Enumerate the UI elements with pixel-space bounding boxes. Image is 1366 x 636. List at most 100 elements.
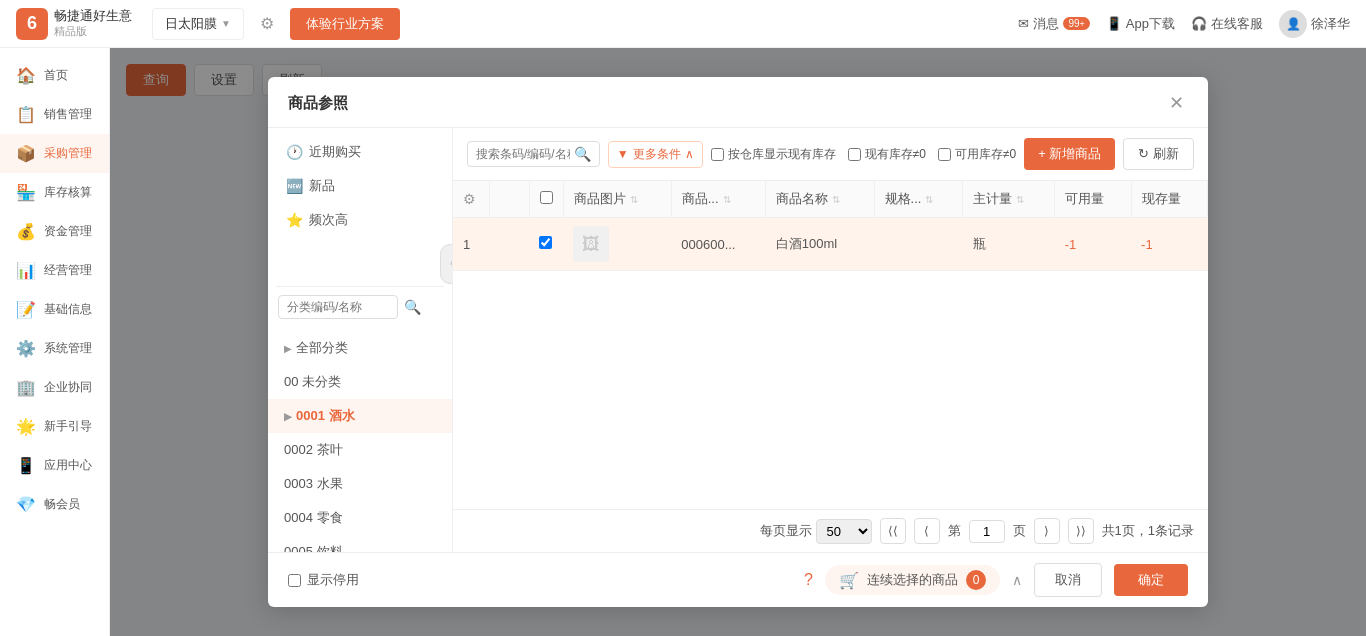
user-button[interactable]: 👤 徐泽华 xyxy=(1279,10,1350,38)
sort-unit-icon[interactable]: ⇅ xyxy=(1016,194,1024,205)
add-product-button[interactable]: + 新增商品 xyxy=(1024,138,1115,170)
category-item-all[interactable]: ▶ 全部分类 xyxy=(268,331,452,365)
td-spec xyxy=(874,218,963,271)
checkbox-usable-label[interactable]: 可用库存≠0 xyxy=(938,146,1016,163)
cart-collapse-icon[interactable]: ∧ xyxy=(1012,572,1022,588)
th-unit[interactable]: 主计量⇅ xyxy=(963,181,1055,218)
help-icon[interactable]: ? xyxy=(804,571,813,589)
confirm-button[interactable]: 确定 xyxy=(1114,564,1188,596)
avatar: 👤 xyxy=(1279,10,1307,38)
cart-count: 0 xyxy=(966,570,986,590)
filter-label: 更多条件 xyxy=(633,146,681,163)
sidebar-item-system[interactable]: ⚙️ 系统管理 xyxy=(0,329,109,368)
th-code[interactable]: 商品...⇅ xyxy=(671,181,766,218)
category-label-0002: 0002 茶叶 xyxy=(284,441,343,459)
select-all-checkbox[interactable] xyxy=(540,191,553,204)
checkbox-avail[interactable] xyxy=(848,148,861,161)
sidebar-item-purchase[interactable]: 📦 采购管理 xyxy=(0,134,109,173)
quick-label-frequent: 频次高 xyxy=(309,211,348,229)
settings-icon[interactable]: ⚙ xyxy=(256,10,278,37)
quick-label-recent: 近期购买 xyxy=(309,143,361,161)
search-bar-actions: + 新增商品 ↻ 刷新 xyxy=(1024,138,1194,170)
experience-button[interactable]: 体验行业方案 xyxy=(290,8,400,40)
sidebar-item-apps[interactable]: 📱 应用中心 xyxy=(0,446,109,485)
category-item-0004[interactable]: 0004 零食 xyxy=(268,501,452,535)
th-check[interactable] xyxy=(529,181,563,218)
more-filters-button[interactable]: ▼ 更多条件 ∧ xyxy=(608,141,703,168)
sort-name-icon[interactable]: ⇅ xyxy=(832,194,840,205)
td-img: 🖼 xyxy=(563,218,671,271)
refresh-button[interactable]: ↻ 刷新 xyxy=(1123,138,1194,170)
app-download-button[interactable]: 📱 App下载 xyxy=(1106,15,1175,33)
table-row[interactable]: 1 🖼 000600... 白酒100ml xyxy=(453,218,1208,271)
checkbox-stock[interactable] xyxy=(711,148,724,161)
sidebar-item-sales[interactable]: 📋 销售管理 xyxy=(0,95,109,134)
sidebar-label-member: 畅会员 xyxy=(44,496,80,513)
sidebar-item-guide[interactable]: 🌟 新手引导 xyxy=(0,407,109,446)
modal-close-button[interactable]: ✕ xyxy=(1164,91,1188,115)
th-name[interactable]: 商品名称⇅ xyxy=(766,181,874,218)
product-search-icon[interactable]: 🔍 xyxy=(574,146,591,162)
cart-text: 连续选择的商品 xyxy=(867,571,958,589)
category-label-0004: 0004 零食 xyxy=(284,509,343,527)
page-last-button[interactable]: ⟩⟩ xyxy=(1068,518,1094,544)
category-label-0005: 0005 饮料 xyxy=(284,543,343,552)
sort-spec-icon[interactable]: ⇅ xyxy=(925,194,933,205)
sidebar-item-operation[interactable]: 📊 经营管理 xyxy=(0,251,109,290)
cancel-button[interactable]: 取消 xyxy=(1034,563,1102,597)
sidebar-label-home: 首页 xyxy=(44,67,68,84)
column-settings-icon[interactable]: ⚙ xyxy=(463,191,476,207)
sidebar-label-operation: 经营管理 xyxy=(44,262,92,279)
sidebar-item-enterprise[interactable]: 🏢 企业协同 xyxy=(0,368,109,407)
category-expand-0001: ▶ xyxy=(284,411,292,422)
product-table: ⚙ 商品图片⇅ 商品...⇅ xyxy=(453,181,1208,271)
td-check[interactable] xyxy=(529,218,563,271)
sort-code-icon[interactable]: ⇅ xyxy=(723,194,731,205)
page-first-button[interactable]: ⟨⟨ xyxy=(880,518,906,544)
th-no xyxy=(489,181,529,218)
modal-body: 🕐 近期购买 🆕 新品 ⭐ 频次高 xyxy=(268,128,1208,552)
sidebar-item-finance[interactable]: 💰 资金管理 xyxy=(0,212,109,251)
sidebar-item-home[interactable]: 🏠 首页 xyxy=(0,56,109,95)
quick-item-new[interactable]: 🆕 新品 xyxy=(276,170,444,202)
category-item-0005[interactable]: 0005 饮料 xyxy=(268,535,452,552)
product-search-input[interactable] xyxy=(476,147,570,161)
modal-title: 商品参照 xyxy=(288,94,348,113)
checkbox-usable[interactable] xyxy=(938,148,951,161)
page-next-button[interactable]: ⟩ xyxy=(1034,518,1060,544)
filter-checkboxes: 按仓库显示现有库存 现有库存≠0 可用库存≠0 xyxy=(711,146,1017,163)
category-item-0002[interactable]: 0002 茶叶 xyxy=(268,433,452,467)
category-item-0001[interactable]: ▶ 0001 酒水 xyxy=(268,399,452,433)
category-item-0003[interactable]: 0003 水果 xyxy=(268,467,452,501)
modal-footer: 显示停用 ? 🛒 连续选择的商品 0 ∧ 取消 确定 xyxy=(268,552,1208,607)
per-page-select[interactable]: 50 10 20 100 xyxy=(816,519,872,544)
store-selector[interactable]: 日太阳膜 ▼ xyxy=(152,8,244,40)
category-item-00[interactable]: 00 未分类 xyxy=(268,365,452,399)
page-prev-button[interactable]: ⟨ xyxy=(914,518,940,544)
sidebar-item-inventory[interactable]: 🏪 库存核算 xyxy=(0,173,109,212)
sidebar-item-member[interactable]: 💎 畅会员 xyxy=(0,485,109,524)
category-search-input[interactable] xyxy=(278,295,398,319)
show-disabled-text: 显示停用 xyxy=(307,571,359,589)
panel-collapse-button[interactable]: 《 xyxy=(440,244,453,284)
quick-item-recent[interactable]: 🕐 近期购买 xyxy=(276,136,444,168)
message-button[interactable]: ✉ 消息 99+ xyxy=(1018,15,1089,33)
app-download-label: App下载 xyxy=(1126,15,1175,33)
checkbox-avail-label[interactable]: 现有库存≠0 xyxy=(848,146,926,163)
service-button[interactable]: 🎧 在线客服 xyxy=(1191,15,1263,33)
checkbox-avail-text: 现有库存≠0 xyxy=(865,146,926,163)
message-icon: ✉ xyxy=(1018,16,1029,31)
sort-img-icon[interactable]: ⇅ xyxy=(630,194,638,205)
page-number-input[interactable] xyxy=(969,520,1005,543)
show-disabled-label[interactable]: 显示停用 xyxy=(288,571,359,589)
quick-item-frequent[interactable]: ⭐ 频次高 xyxy=(276,204,444,236)
th-img[interactable]: 商品图片⇅ xyxy=(563,181,671,218)
sidebar-item-basic[interactable]: 📝 基础信息 xyxy=(0,290,109,329)
th-gear[interactable]: ⚙ xyxy=(453,181,489,218)
row-checkbox[interactable] xyxy=(539,236,552,249)
cart-icon: 🛒 xyxy=(839,571,859,590)
th-spec[interactable]: 规格...⇅ xyxy=(874,181,963,218)
show-disabled-checkbox[interactable] xyxy=(288,574,301,587)
checkbox-stock-label[interactable]: 按仓库显示现有库存 xyxy=(711,146,836,163)
category-search-icon[interactable]: 🔍 xyxy=(404,299,421,315)
